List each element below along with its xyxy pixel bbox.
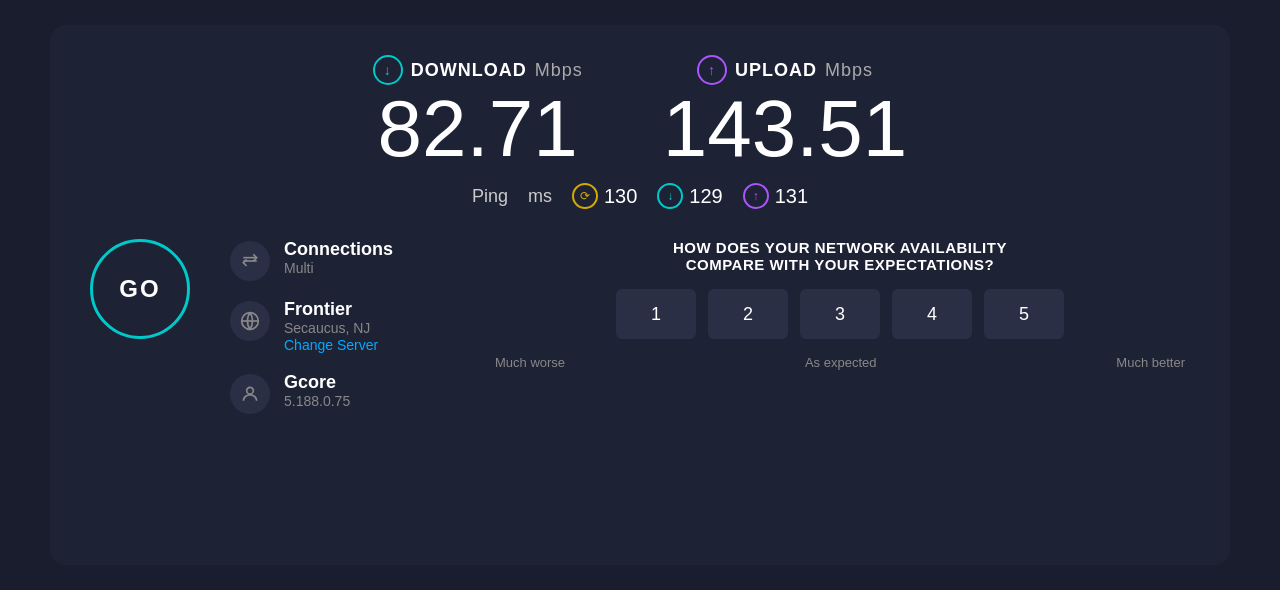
download-value: 82.71 [378,85,578,173]
ping-download-group: ↓ 129 [657,183,722,209]
survey-label-center: As expected [805,355,877,370]
change-server-link[interactable]: Change Server [284,337,378,353]
host-text: Gcore 5.188.0.75 [284,372,350,409]
survey-btn-4[interactable]: 4 [892,289,972,339]
ping-unit: ms [528,186,552,207]
connections-text: Connections Multi [284,239,393,276]
connections-value: Multi [284,260,393,276]
host-ip: 5.188.0.75 [284,393,350,409]
server-title: Frontier [284,299,378,320]
ping-upload-group: ↑ 131 [743,183,808,209]
ping-jitter-value: 130 [604,185,637,208]
ping-download-value: 129 [689,185,722,208]
ping-upload-value: 131 [775,185,808,208]
upload-icon: ↑ [697,55,727,85]
download-label-unit: Mbps [535,60,583,81]
survey-btn-5[interactable]: 5 [984,289,1064,339]
survey-btn-2[interactable]: 2 [708,289,788,339]
survey-labels: Much worse As expected Much better [490,355,1190,370]
bottom-section: GO Connections Multi [90,239,1190,414]
connections-icon [230,241,270,281]
survey-buttons: 1 2 3 4 5 [616,289,1064,339]
svg-point-4 [247,387,254,394]
jitter-icon: ⟳ [572,183,598,209]
survey-btn-3[interactable]: 3 [800,289,880,339]
server-icon [230,301,270,341]
connections-title: Connections [284,239,393,260]
go-button[interactable]: GO [90,239,190,339]
host-row: Gcore 5.188.0.75 [230,372,450,414]
ping-download-icon: ↓ [657,183,683,209]
upload-block: ↑ UPLOAD Mbps 143.51 [663,55,908,173]
survey-label-left: Much worse [495,355,565,370]
connections-row: Connections Multi [230,239,450,281]
ping-upload-icon: ↑ [743,183,769,209]
top-stats: ↓ DOWNLOAD Mbps 82.71 ↑ UPLOAD Mbps 143.… [373,55,908,173]
download-icon: ↓ [373,55,403,85]
host-icon [230,374,270,414]
survey-question: HOW DOES YOUR NETWORK AVAILABILITY COMPA… [673,239,1007,273]
server-row: Frontier Secaucus, NJ Change Server [230,299,450,354]
ping-jitter-group: ⟳ 130 [572,183,637,209]
download-block: ↓ DOWNLOAD Mbps 82.71 [373,55,583,173]
upload-label-bold: UPLOAD [735,60,817,81]
ping-row: Ping ms ⟳ 130 ↓ 129 ↑ 131 [472,183,808,209]
server-text: Frontier Secaucus, NJ Change Server [284,299,378,354]
upload-value: 143.51 [663,85,908,173]
survey-panel: HOW DOES YOUR NETWORK AVAILABILITY COMPA… [490,239,1190,370]
upload-label: ↑ UPLOAD Mbps [697,55,873,85]
download-label-bold: DOWNLOAD [411,60,527,81]
survey-btn-1[interactable]: 1 [616,289,696,339]
main-container: ↓ DOWNLOAD Mbps 82.71 ↑ UPLOAD Mbps 143.… [50,25,1230,565]
server-location: Secaucus, NJ [284,320,378,336]
download-label: ↓ DOWNLOAD Mbps [373,55,583,85]
host-title: Gcore [284,372,350,393]
upload-label-unit: Mbps [825,60,873,81]
go-button-wrap: GO [90,239,190,339]
ping-label: Ping [472,186,508,207]
survey-label-right: Much better [1116,355,1185,370]
info-panel: Connections Multi Frontier Secaucus, NJ … [230,239,450,414]
